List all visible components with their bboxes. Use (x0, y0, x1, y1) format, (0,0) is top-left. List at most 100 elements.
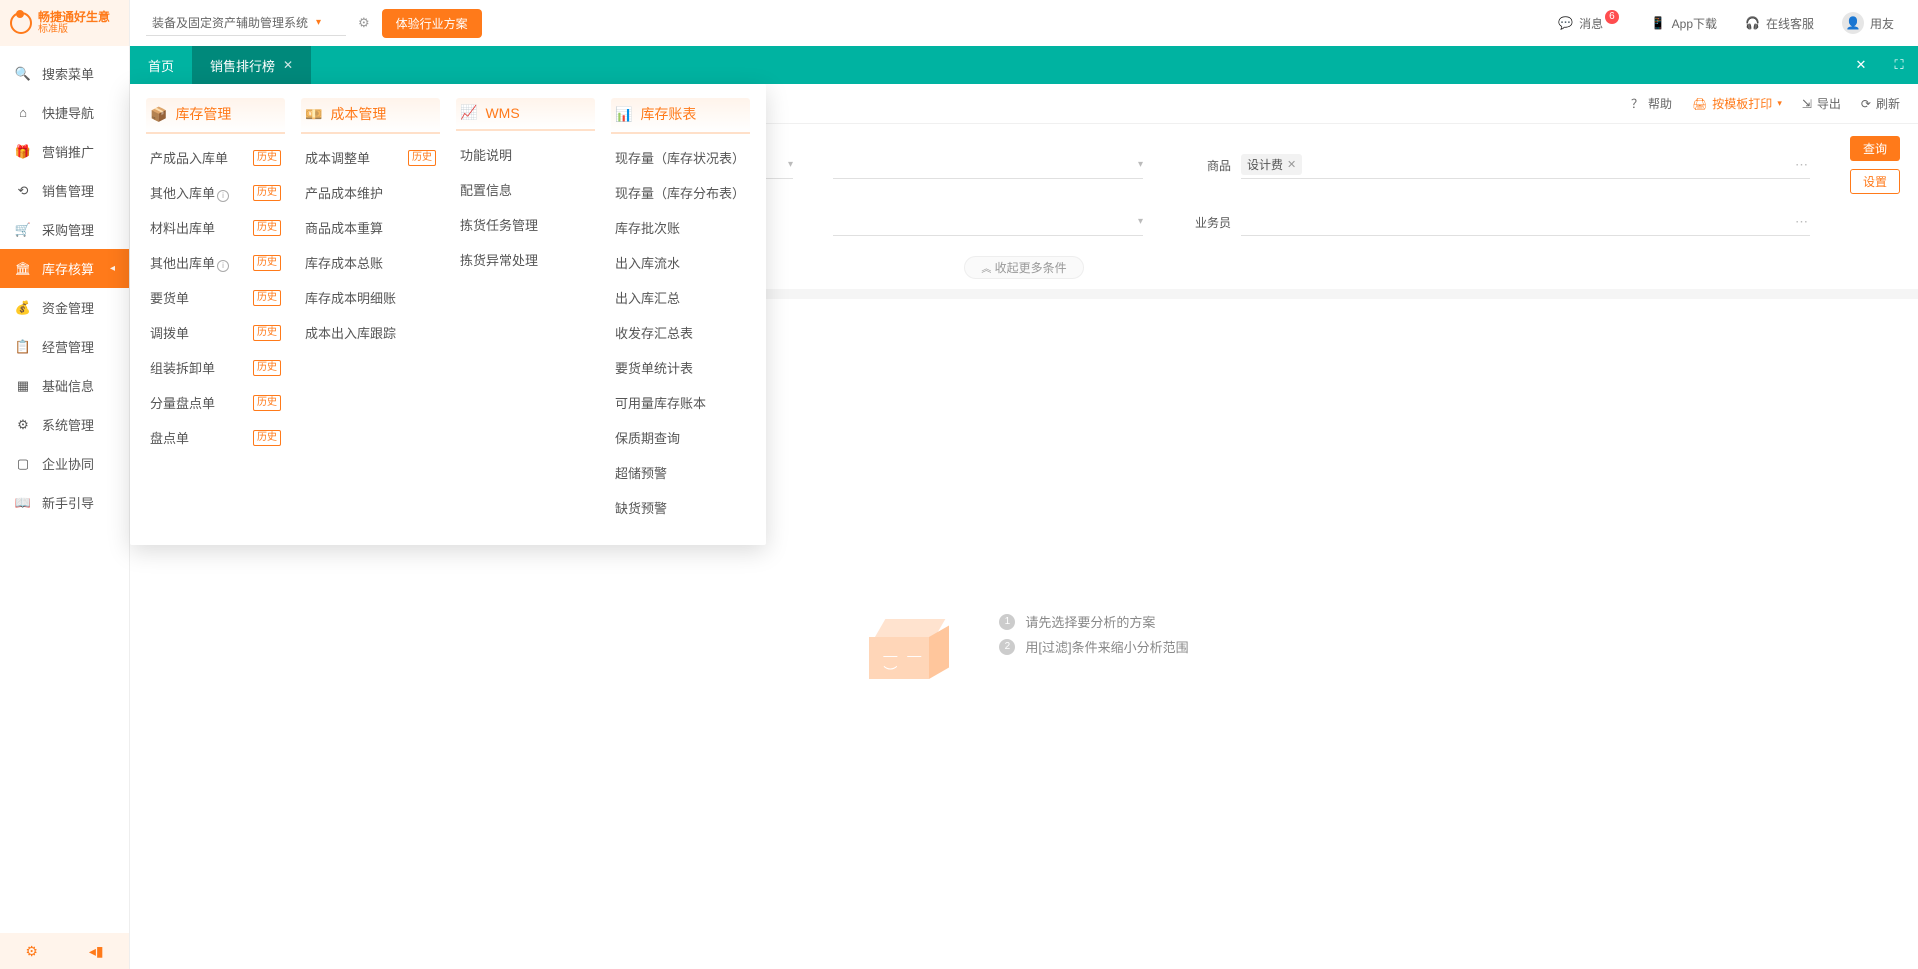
mega-item[interactable]: 库存成本明细账 (301, 280, 440, 315)
mega-item[interactable]: 收发存汇总表 (611, 315, 750, 350)
messages-button[interactable]: 💬 消息 6 (1550, 15, 1631, 32)
mega-item[interactable]: 材料出库单历史 (146, 210, 285, 245)
sidebar-item-0[interactable]: 🔍 搜索菜单 (0, 54, 129, 93)
mega-item[interactable]: 现存量（库存分布表） (611, 175, 750, 210)
history-badge[interactable]: 历史 (253, 325, 281, 341)
product-chip[interactable]: 设计费 ✕ (1241, 154, 1302, 175)
sidebar-item-4[interactable]: 🛒 采购管理 (0, 210, 129, 249)
sidebar-item-9[interactable]: ⚙ 系统管理 (0, 405, 129, 444)
query-button[interactable]: 查询 (1850, 136, 1900, 161)
more-icon[interactable]: ⋯ (1795, 157, 1810, 173)
tab-label: 销售排行榜 (210, 56, 275, 75)
mega-item[interactable]: 成本调整单历史 (301, 140, 440, 175)
template-print-button[interactable]: 🖨 按模板打印 ▾ (1692, 95, 1782, 112)
mega-item[interactable]: 缺货预警 (611, 490, 750, 525)
sidebar-item-2[interactable]: 🎁 营销推广 (0, 132, 129, 171)
mega-item[interactable]: 现存量（库存状况表） (611, 140, 750, 175)
chip-remove-icon[interactable]: ✕ (1287, 158, 1296, 171)
customer-service-button[interactable]: 🎧 在线客服 (1737, 15, 1822, 32)
mega-item[interactable]: 盘点单历史 (146, 420, 285, 455)
history-badge[interactable]: 历史 (408, 150, 436, 166)
sidebar-item-label: 销售管理 (42, 181, 94, 200)
mega-item[interactable]: 产品成本维护 (301, 175, 440, 210)
mega-col-header: 📈WMS (456, 98, 595, 131)
help-button[interactable]: ？ 帮助 (1631, 95, 1672, 112)
mega-item[interactable]: 可用量库存账本 (611, 385, 750, 420)
mega-item[interactable]: 出入库汇总 (611, 280, 750, 315)
mega-item[interactable]: 拣货异常处理 (456, 242, 595, 277)
mega-item[interactable]: 组装拆卸单历史 (146, 350, 285, 385)
fullscreen-icon[interactable]: ⛶ (1880, 46, 1918, 84)
app-download-button[interactable]: 📱 App下载 (1643, 15, 1725, 32)
mega-item[interactable]: 调拨单 历史 (146, 315, 285, 350)
filter-hidden-mid-2[interactable]: ▾ (833, 208, 1143, 236)
mega-item-label: 要货单统计表 (615, 358, 693, 377)
system-settings-icon[interactable]: ⚙ (358, 15, 370, 31)
system-selector[interactable]: 装备及固定资产辅助管理系统 ▾ (146, 10, 346, 36)
mega-item[interactable]: 保质期查询 (611, 420, 750, 455)
mega-col-header: 📊库存账表 (611, 98, 750, 134)
history-badge[interactable]: 历史 (253, 220, 281, 236)
salesman-filter-input[interactable]: ⋯ (1241, 208, 1810, 236)
mega-item[interactable]: 其他入库单i历史 (146, 175, 285, 210)
mega-item[interactable]: 功能说明 (456, 137, 595, 172)
mega-item[interactable]: 成本出入库跟踪 (301, 315, 440, 350)
sidebar-item-8[interactable]: ▦ 基础信息 (0, 366, 129, 405)
history-badge[interactable]: 历史 (253, 430, 281, 446)
history-badge[interactable]: 历史 (253, 395, 281, 411)
mega-item[interactable]: 超储预警 (611, 455, 750, 490)
refresh-button[interactable]: ⟳ 刷新 (1861, 95, 1900, 112)
history-badge[interactable]: 历史 (253, 185, 281, 201)
sidebar-settings-icon[interactable]: ⚙ (25, 943, 38, 960)
product-filter-input[interactable]: 设计费 ✕ ⋯ (1241, 151, 1810, 179)
brand-logo-icon (10, 12, 32, 34)
tab-0[interactable]: 首页 (130, 46, 192, 84)
mega-item[interactable]: 出入库流水 (611, 245, 750, 280)
mega-item[interactable]: 拣货任务管理 (456, 207, 595, 242)
chat-icon: 💬 (1558, 16, 1573, 30)
tabs-close-all-icon[interactable]: ✕ (1842, 46, 1880, 84)
export-button[interactable]: ⇲ 导出 (1802, 95, 1841, 112)
step-number-icon: 2 (999, 639, 1015, 655)
sidebar-item-1[interactable]: ⌂ 快捷导航 (0, 93, 129, 132)
more-icon[interactable]: ⋯ (1795, 214, 1810, 230)
tab-1[interactable]: 销售排行榜 ✕ (192, 46, 311, 84)
sidebar-item-5[interactable]: 🏛 库存核算◂ (0, 249, 129, 288)
sidebar-item-7[interactable]: 📋 经营管理 (0, 327, 129, 366)
history-badge[interactable]: 历史 (253, 255, 281, 271)
history-badge[interactable]: 历史 (253, 360, 281, 376)
mega-item[interactable]: 分量盘点单历史 (146, 385, 285, 420)
mega-item[interactable]: 要货单历史 (146, 280, 285, 315)
chevron-down-icon: ▾ (1138, 159, 1143, 170)
filter-hidden-mid-1[interactable]: ▾ (833, 151, 1143, 179)
mega-item-label: 可用量库存账本 (615, 393, 706, 412)
mega-item[interactable]: 库存成本总账 (301, 245, 440, 280)
mega-item[interactable]: 产成品入库单历史 (146, 140, 285, 175)
mega-item[interactable]: 要货单统计表 (611, 350, 750, 385)
settings-button[interactable]: 设置 (1850, 169, 1900, 194)
nav-icon: ▦ (14, 377, 32, 395)
sidebar-item-3[interactable]: ⟲ 销售管理 (0, 171, 129, 210)
user-menu[interactable]: 👤 用友 (1834, 12, 1902, 34)
sidebar-item-11[interactable]: 📖 新手引导 (0, 483, 129, 522)
history-badge[interactable]: 历史 (253, 150, 281, 166)
mega-col-icon: 💴 (305, 106, 322, 123)
system-name: 装备及固定资产辅助管理系统 (152, 14, 308, 31)
mega-item-label: 库存成本明细账 (305, 288, 396, 307)
mega-item[interactable]: 库存批次账 (611, 210, 750, 245)
history-badge[interactable]: 历史 (253, 290, 281, 306)
mega-item[interactable]: 配置信息 (456, 172, 595, 207)
mega-item[interactable]: 商品成本重算 (301, 210, 440, 245)
collapse-filters-button[interactable]: ︽ 收起更多条件 (964, 256, 1084, 279)
mega-item-label: 调拨单 (150, 323, 189, 342)
chevron-up-icon: ︽ (981, 264, 991, 275)
sidebar-item-10[interactable]: ▢ 企业协同 (0, 444, 129, 483)
nav-icon: ▢ (14, 455, 32, 473)
sidebar-item-6[interactable]: 💰 资金管理 (0, 288, 129, 327)
tab-close-icon[interactable]: ✕ (283, 58, 293, 72)
nav-icon: 📖 (14, 494, 32, 512)
tabs-bar: 首页销售排行榜 ✕ ✕ ⛶ (130, 46, 1918, 84)
trial-industry-button[interactable]: 体验行业方案 (382, 9, 482, 38)
mega-item[interactable]: 其他出库单i历史 (146, 245, 285, 280)
sidebar-collapse-icon[interactable]: ◂▮ (89, 943, 104, 960)
